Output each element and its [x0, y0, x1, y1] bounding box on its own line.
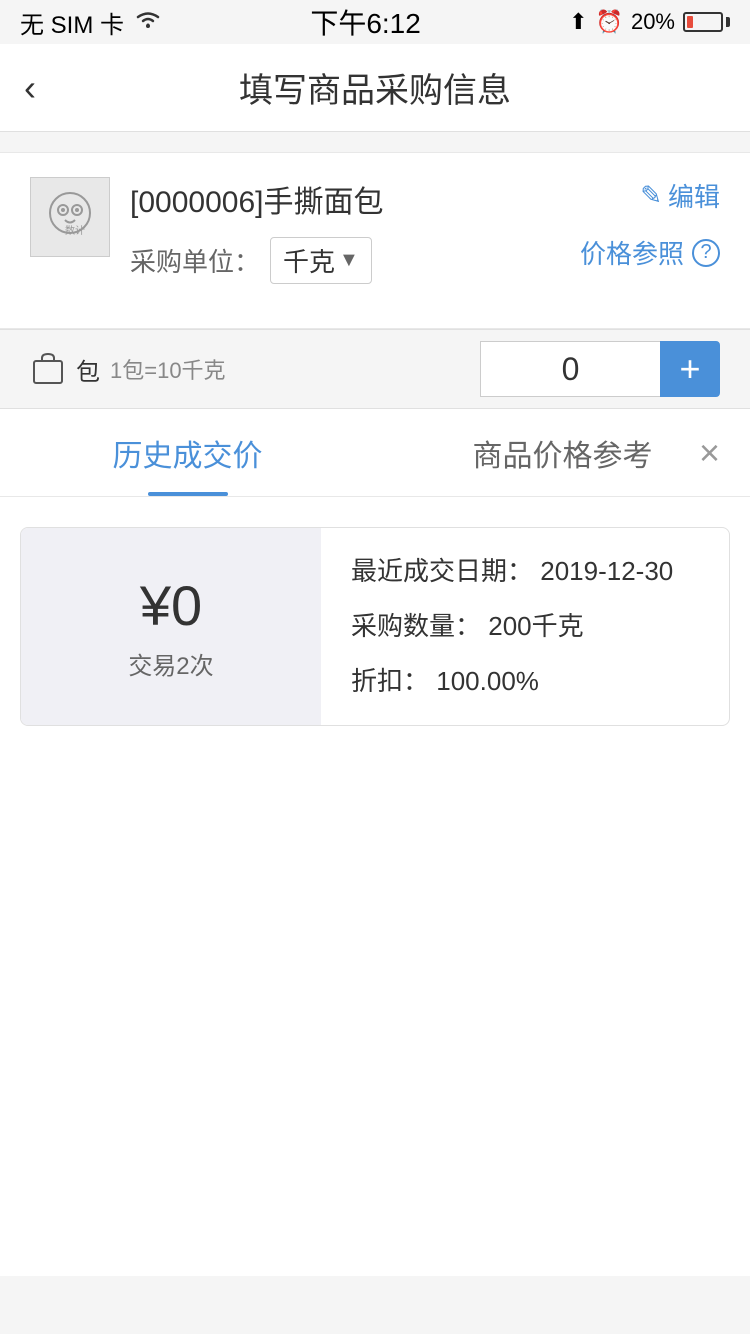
back-button[interactable]: ‹: [24, 67, 36, 109]
time-display: 下午6:12: [310, 2, 421, 42]
product-info: [0000006]手撕面包 采购单位： 千克 ▼: [130, 177, 383, 284]
tabs-section: 历史成交价 商品价格参考 × ¥0 交易2次 最近成交日期： 2019-12-3…: [0, 409, 750, 776]
bag-icon: [30, 351, 66, 387]
bag-unit-label: 包: [76, 352, 100, 387]
product-unit-row: 采购单位： 千克 ▼: [130, 237, 383, 284]
alarm-icon: ⏰: [596, 9, 623, 35]
product-name: [0000006]手撕面包: [130, 177, 383, 221]
quantity-input-group: +: [480, 341, 720, 397]
price-value: 0: [171, 574, 202, 637]
quantity-row: 包 1包=10千克 +: [0, 329, 750, 409]
price-card-right: 最近成交日期： 2019-12-30 采购数量： 200千克 折扣： 100.0…: [321, 528, 729, 725]
unit-dropdown-arrow-icon: ▼: [339, 249, 359, 272]
bag-conversion-label: 1包=10千克: [110, 353, 226, 385]
quantity-label: 包 1包=10千克: [30, 351, 226, 387]
price-card: ¥0 交易2次 最近成交日期： 2019-12-30 采购数量： 200千克 折…: [20, 527, 730, 726]
price-ref-help-icon: ?: [692, 239, 720, 267]
price-amount: ¥0: [140, 573, 202, 638]
status-left: 无 SIM 卡: [20, 5, 162, 40]
tab-history[interactable]: 历史成交价: [0, 409, 375, 496]
tab-content-history: ¥0 交易2次 最近成交日期： 2019-12-30 采购数量： 200千克 折…: [0, 497, 750, 776]
location-icon: ⬆: [569, 9, 587, 35]
status-right: ⬆ ⏰ 20%: [569, 9, 730, 35]
recent-date-row: 最近成交日期： 2019-12-30: [351, 552, 699, 591]
content-bg: [0, 776, 750, 1276]
tab-active-underline: [148, 492, 228, 496]
product-actions: ✎ 编辑 价格参照 ?: [580, 177, 720, 271]
product-left: 数计 [0000006]手撕面包 采购单位： 千克 ▼: [30, 177, 383, 284]
quantity-input[interactable]: [480, 341, 660, 397]
product-header: 数计 [0000006]手撕面包 采购单位： 千克 ▼ ✎: [30, 177, 720, 284]
purchase-quantity-row: 采购数量： 200千克: [351, 607, 699, 646]
unit-value: 千克: [283, 242, 335, 279]
tab-history-label: 历史成交价: [113, 431, 263, 475]
battery-percent: 20%: [631, 9, 675, 35]
tab-price-ref[interactable]: 商品价格参考: [375, 409, 750, 496]
price-ref-button[interactable]: 价格参照 ?: [580, 234, 720, 271]
discount-value: 100.00%: [436, 666, 539, 696]
trade-count: 交易2次: [128, 646, 213, 681]
tab-price-ref-label: 商品价格参考: [473, 431, 653, 475]
tab-close-button[interactable]: ×: [699, 432, 720, 474]
price-card-left: ¥0 交易2次: [21, 528, 321, 725]
battery-indicator: [683, 12, 730, 32]
quantity-plus-button[interactable]: +: [660, 341, 720, 397]
tabs-header: 历史成交价 商品价格参考 ×: [0, 409, 750, 497]
edit-icon: ✎: [640, 180, 662, 211]
unit-label: 采购单位：: [130, 242, 260, 279]
nav-bar: ‹ 填写商品采购信息: [0, 44, 750, 132]
recent-date-label: 最近成交日期：: [351, 556, 533, 586]
edit-label: 编辑: [668, 177, 720, 214]
purchase-quantity-value: 200千克: [488, 611, 583, 641]
page-title: 填写商品采购信息: [239, 63, 511, 112]
purchase-quantity-label: 采购数量：: [351, 611, 481, 641]
unit-select[interactable]: 千克 ▼: [270, 237, 372, 284]
discount-label: 折扣：: [351, 666, 429, 696]
price-ref-label: 价格参照: [580, 234, 684, 271]
product-card: 数计 [0000006]手撕面包 采购单位： 千克 ▼ ✎: [0, 152, 750, 329]
discount-row: 折扣： 100.00%: [351, 662, 699, 701]
recent-date-value: 2019-12-30: [540, 556, 673, 586]
product-logo-icon: 数计: [45, 188, 95, 246]
svg-text:数计: 数计: [65, 224, 85, 237]
product-thumbnail: 数计: [30, 177, 110, 257]
edit-button[interactable]: ✎ 编辑: [640, 177, 720, 214]
status-bar: 无 SIM 卡 下午6:12 ⬆ ⏰ 20%: [0, 0, 750, 44]
carrier-text: 无 SIM 卡: [20, 5, 124, 40]
wifi-icon: [134, 8, 162, 36]
currency-symbol: ¥: [140, 574, 171, 637]
